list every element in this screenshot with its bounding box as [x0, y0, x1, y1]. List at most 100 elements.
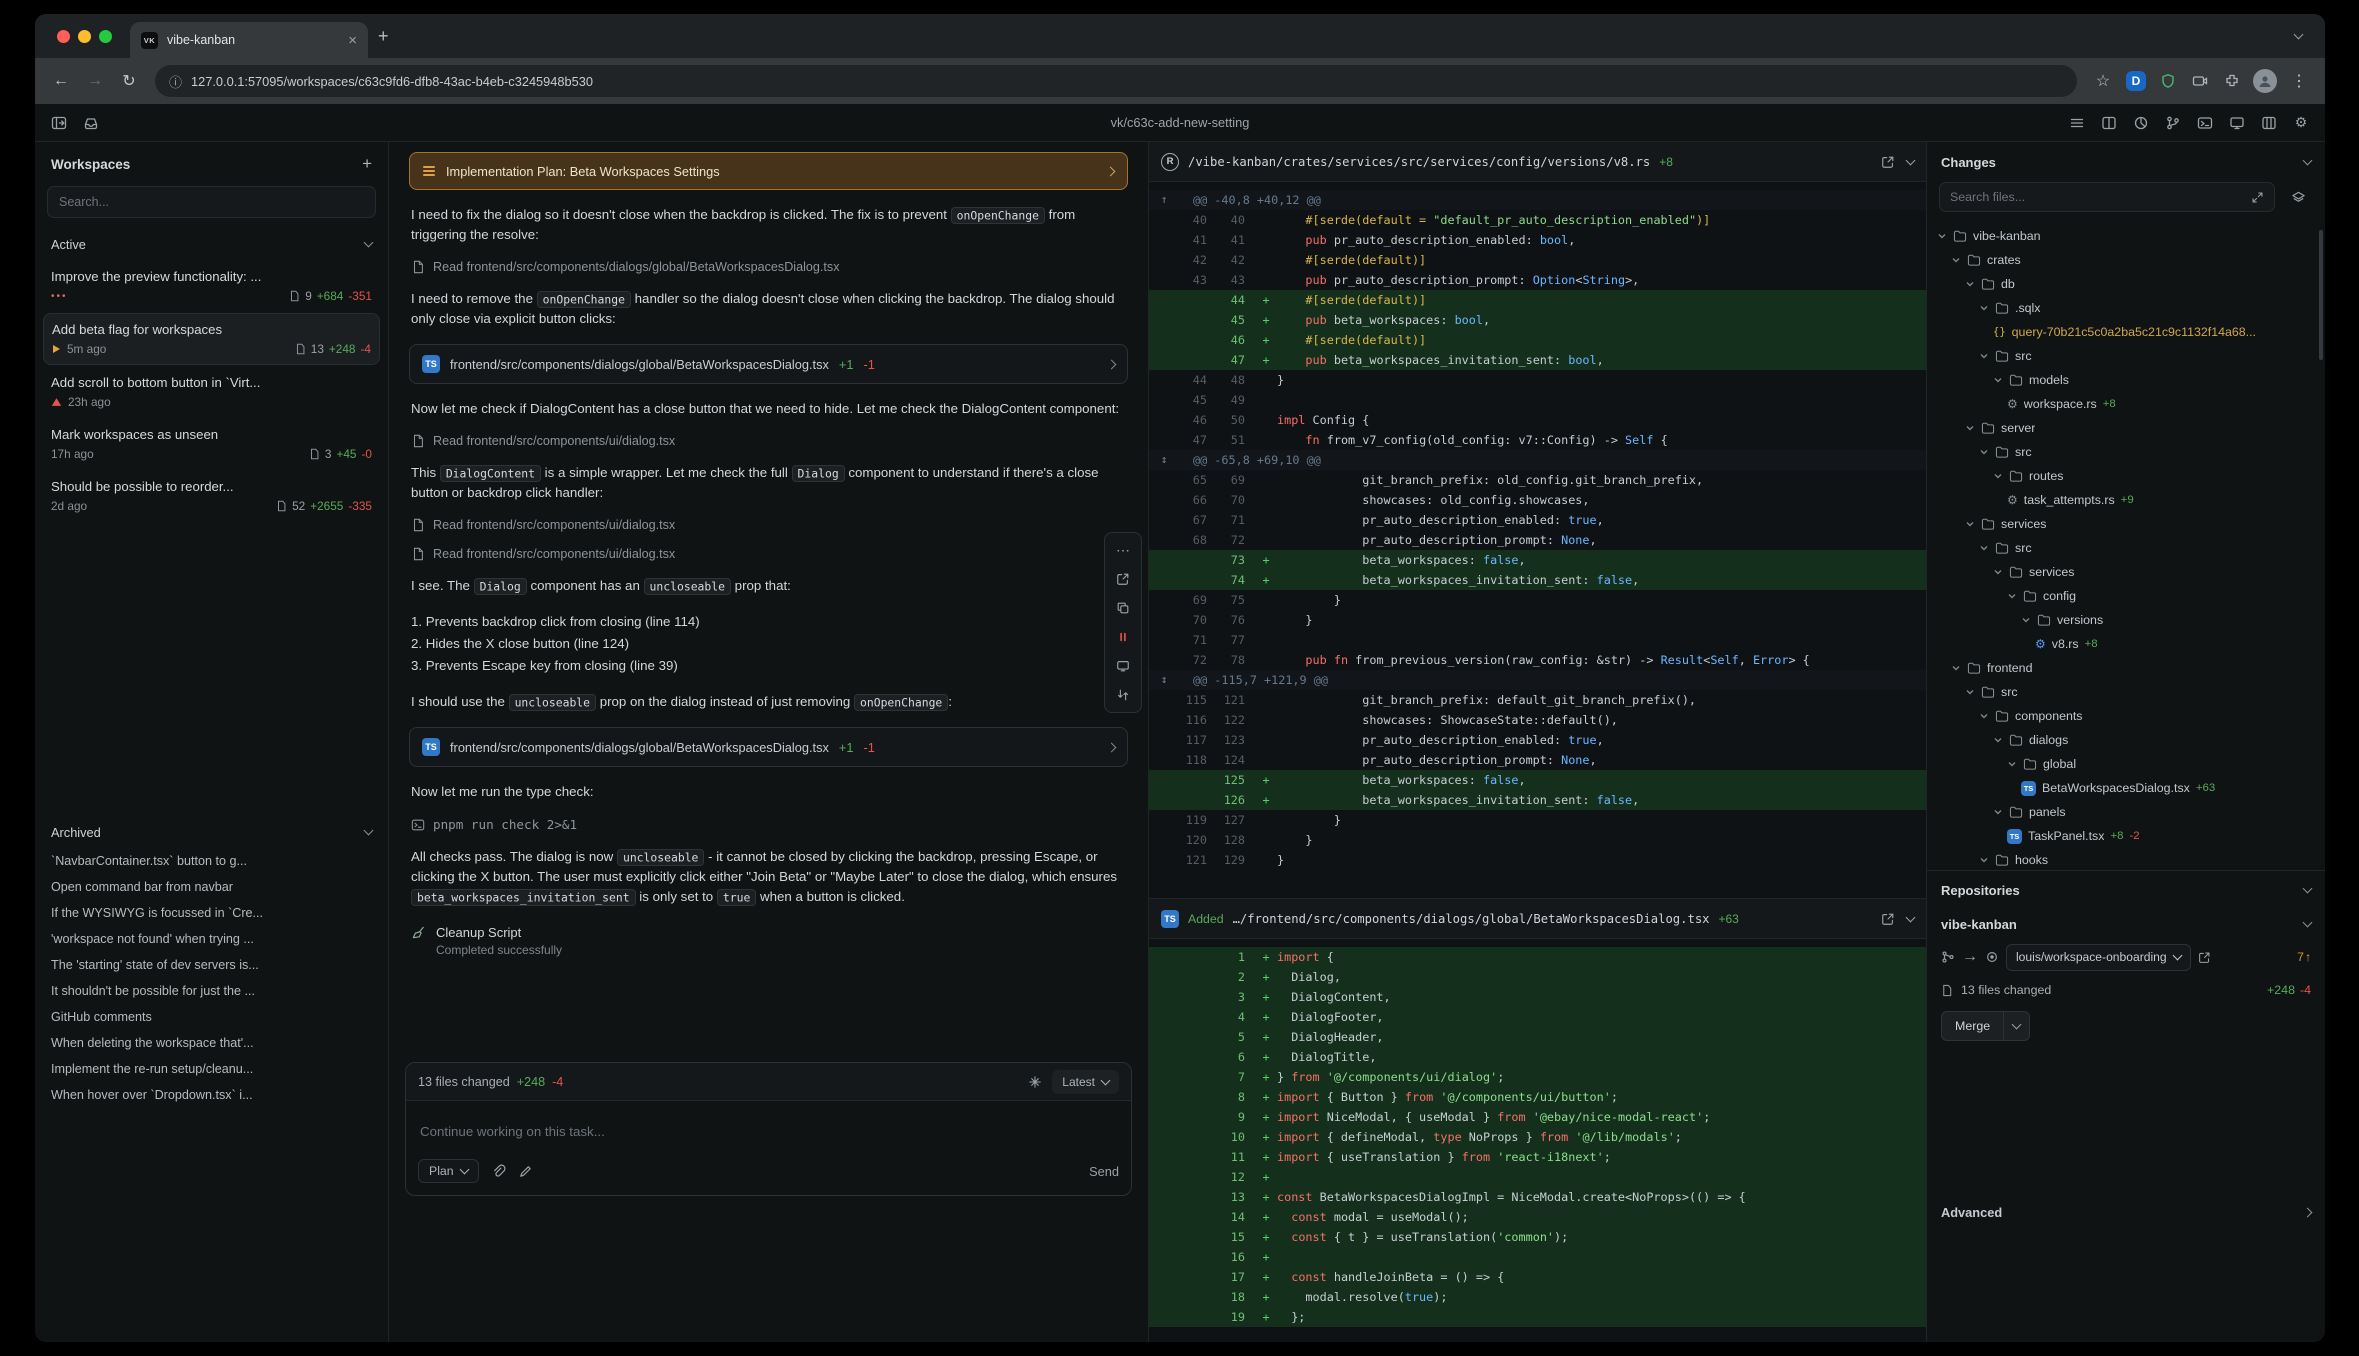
collapse-panel-icon[interactable]	[1905, 155, 1916, 165]
archived-item[interactable]: 'workspace not found' when trying ...	[35, 926, 388, 952]
browser-tab[interactable]: VK vibe-kanban ×	[130, 22, 368, 58]
base-branch-selector[interactable]: louis/workspace-onboarding	[2006, 943, 2191, 971]
tree-folder[interactable]: crates	[1927, 248, 2325, 272]
archived-item[interactable]: `NavbarContainer.tsx` button to g...	[35, 848, 388, 874]
archived-item[interactable]: The 'starting' state of dev servers is..…	[35, 952, 388, 978]
tree-folder[interactable]: panels	[1927, 800, 2325, 824]
minimize-window-button[interactable]	[78, 29, 91, 43]
tree-file[interactable]: ⚙ v8.rs +8	[1927, 632, 2325, 656]
workspace-item[interactable]: Mark workspaces as unseen 17h ago 3 +45 …	[43, 419, 380, 469]
diff-content[interactable]: 1 + import {2 + Dialog, 3 + DialogContent, 4 + …	[1149, 939, 1926, 1342]
tree-folder[interactable]: routes	[1927, 464, 2325, 488]
workspaces-search-input[interactable]	[47, 186, 376, 218]
tab-search-icon[interactable]	[2285, 23, 2311, 49]
open-external-icon[interactable]	[1881, 155, 1895, 169]
back-button[interactable]: ←	[45, 65, 77, 97]
tree-folder[interactable]: services	[1927, 560, 2325, 584]
chevron-down-icon[interactable]	[2302, 155, 2313, 166]
tree-folder[interactable]: hooks	[1927, 848, 2325, 870]
extension-d-icon[interactable]: D	[2126, 71, 2146, 91]
tree-folder[interactable]: src	[1927, 536, 2325, 560]
cleanup-script-status[interactable]: Cleanup Script Completed successfully	[411, 925, 1126, 957]
tree-file[interactable]: {} query-70b21c5c0a2ba5c21c9c1132f14a68..…	[1927, 320, 2325, 344]
tree-folder[interactable]: frontend	[1927, 656, 2325, 680]
settings-gear-icon[interactable]: ⚙	[2287, 110, 2315, 136]
tool-call-read[interactable]: Read frontend/src/components/ui/dialog.t…	[411, 518, 1126, 532]
rows-icon[interactable]	[2063, 110, 2091, 136]
tree-file[interactable]: TS BetaWorkspacesDialog.tsx +63	[1927, 776, 2325, 800]
implementation-plan-card[interactable]: Implementation Plan: Beta Workspaces Set…	[409, 152, 1128, 190]
tree-folder[interactable]: global	[1927, 752, 2325, 776]
conversation-scroll[interactable]: Implementation Plan: Beta Workspaces Set…	[389, 142, 1148, 1054]
files-search[interactable]	[1939, 182, 2275, 212]
tree-folder[interactable]: .sqlx	[1927, 296, 2325, 320]
browser-menu-icon[interactable]: ⋮	[2283, 65, 2315, 97]
compare-icon[interactable]	[1109, 682, 1137, 708]
message-input[interactable]	[406, 1101, 1131, 1153]
active-section-header[interactable]: Active	[35, 228, 388, 260]
tool-call-read[interactable]: Read frontend/src/components/dialogs/glo…	[411, 260, 1126, 274]
tree-folder[interactable]: db	[1927, 272, 2325, 296]
open-external-icon[interactable]	[1109, 566, 1137, 592]
workspace-item-selected[interactable]: Add beta flag for workspaces 5m ago 13 +…	[43, 313, 380, 365]
close-window-button[interactable]	[57, 29, 70, 43]
archived-item[interactable]: Implement the re-run setup/cleanu...	[35, 1056, 388, 1082]
merge-button[interactable]: Merge	[1942, 1012, 2003, 1040]
mode-selector[interactable]: Plan	[418, 1159, 479, 1183]
tree-folder[interactable]: components	[1927, 704, 2325, 728]
diff-content[interactable]: ↑ @@ -40,8 +40,12 @@ 40 40 #[serde(default …	[1149, 182, 1926, 898]
extension-camera-icon[interactable]	[2187, 68, 2213, 94]
terminal-icon[interactable]	[2191, 110, 2219, 136]
diff-file-header[interactable]: R /vibe-kanban/crates/services/src/servi…	[1149, 142, 1926, 182]
usage-pie-icon[interactable]	[2127, 110, 2155, 136]
close-tab-icon[interactable]: ×	[348, 33, 357, 48]
tree-file[interactable]: TS TaskPanel.tsx +8 -2	[1927, 824, 2325, 848]
expand-hunk-icon[interactable]: ↕	[1149, 450, 1179, 470]
expand-hunk-icon[interactable]: ↑	[1149, 190, 1179, 210]
advanced-section-header[interactable]: Advanced	[1941, 1195, 2313, 1229]
open-external-icon[interactable]	[1881, 912, 1895, 926]
expand-hunk-icon[interactable]: ↕	[1149, 670, 1179, 690]
tree-file[interactable]: ⚙ task_attempts.rs +9	[1927, 488, 2325, 512]
stash-icon[interactable]	[2283, 182, 2313, 212]
diff-file-header[interactable]: TS Added …/frontend/src/components/dialo…	[1149, 899, 1926, 939]
merge-options-icon[interactable]	[2003, 1012, 2029, 1040]
extension-shield-icon[interactable]	[2155, 68, 2181, 94]
open-panel-icon[interactable]	[45, 110, 73, 136]
archived-item[interactable]: If the WYSIWYG is focussed in `Cre...	[35, 900, 388, 926]
tool-call-terminal[interactable]: pnpm run check 2>&1	[411, 817, 1126, 832]
git-branch-icon[interactable]	[2159, 110, 2187, 136]
tree-folder[interactable]: config	[1927, 584, 2325, 608]
edited-file-card[interactable]: TS frontend/src/components/dialogs/globa…	[409, 344, 1128, 384]
archived-item[interactable]: When deleting the workspace that'...	[35, 1030, 388, 1056]
tree-folder[interactable]: models	[1927, 368, 2325, 392]
sparkle-icon[interactable]	[1028, 1075, 1042, 1089]
address-bar[interactable]: ⓘ 127.0.0.1:57095/workspaces/c63c9fd6-df…	[155, 65, 2077, 97]
extensions-puzzle-icon[interactable]	[2219, 68, 2245, 94]
open-external-icon[interactable]	[2198, 951, 2211, 964]
copy-icon[interactable]	[1109, 595, 1137, 621]
files-search-input[interactable]	[1950, 190, 2243, 204]
add-workspace-button[interactable]: +	[362, 154, 372, 174]
tree-folder[interactable]: src	[1927, 680, 2325, 704]
display-icon[interactable]	[1109, 653, 1137, 679]
chevron-down-icon[interactable]	[2302, 883, 2313, 894]
tool-call-read[interactable]: Read frontend/src/components/ui/dialog.t…	[411, 434, 1126, 448]
version-selector[interactable]: Latest	[1052, 1069, 1119, 1094]
site-info-icon[interactable]: ⓘ	[169, 72, 182, 91]
tree-folder[interactable]: src	[1927, 344, 2325, 368]
pen-icon[interactable]	[518, 1164, 533, 1179]
attachment-icon[interactable]	[491, 1164, 506, 1179]
archived-item[interactable]: Open command bar from navbar	[35, 874, 388, 900]
tree-folder[interactable]: server	[1927, 416, 2325, 440]
tree-folder[interactable]: vibe-kanban	[1927, 224, 2325, 248]
archived-section-header[interactable]: Archived	[35, 816, 388, 848]
pause-icon[interactable]	[1109, 624, 1137, 650]
zoom-window-button[interactable]	[99, 29, 112, 43]
edited-file-card[interactable]: TS frontend/src/components/dialogs/globa…	[409, 727, 1128, 767]
profile-avatar[interactable]	[2253, 69, 2277, 93]
more-options-icon[interactable]: ⋯	[1109, 537, 1137, 563]
columns-icon[interactable]	[2255, 110, 2283, 136]
workspace-item[interactable]: Add scroll to bottom button in `Virt... …	[43, 367, 380, 417]
forward-button[interactable]: →	[79, 65, 111, 97]
